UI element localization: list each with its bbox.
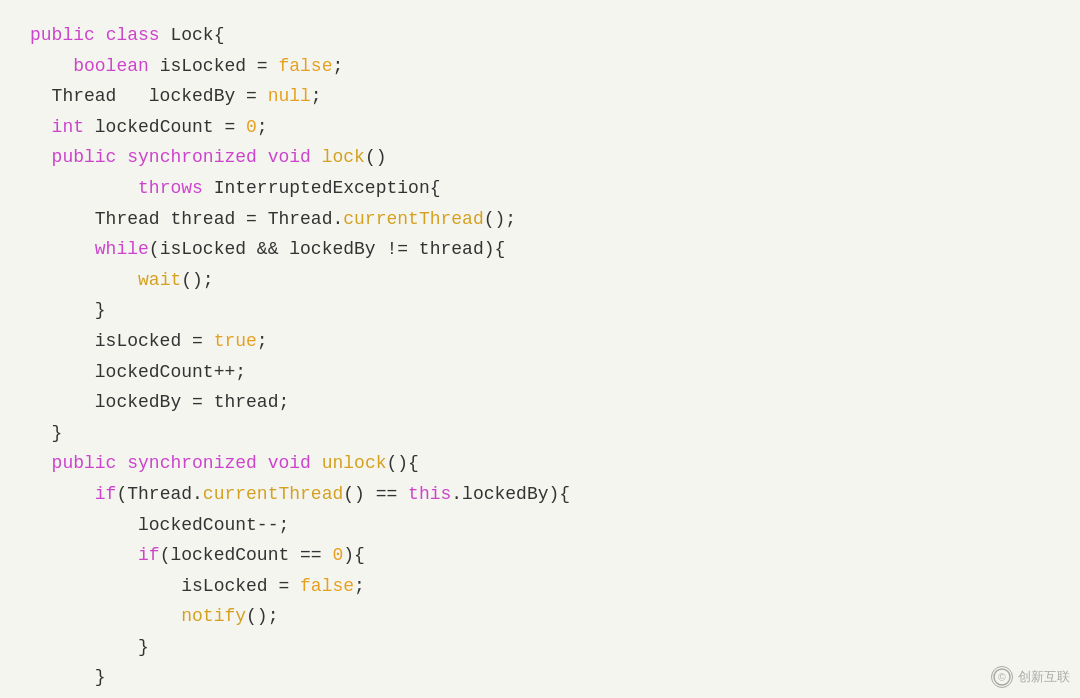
code-line-1: public class Lock{ bbox=[30, 20, 1050, 51]
code-line-9: wait(); bbox=[30, 265, 1050, 296]
code-line-3: Thread lockedBy = null; bbox=[30, 81, 1050, 112]
code-line-18: if(lockedCount == 0){ bbox=[30, 540, 1050, 571]
code-line-21: } bbox=[30, 632, 1050, 663]
code-line-7: Thread thread = Thread.currentThread(); bbox=[30, 204, 1050, 235]
code-block: public class Lock{ boolean isLocked = fa… bbox=[0, 0, 1080, 698]
code-line-19: isLocked = false; bbox=[30, 571, 1050, 602]
code-line-5: public synchronized void lock() bbox=[30, 142, 1050, 173]
code-line-10: } bbox=[30, 295, 1050, 326]
code-line-16: if(Thread.currentThread() == this.locked… bbox=[30, 479, 1050, 510]
code-line-12: lockedCount++; bbox=[30, 357, 1050, 388]
watermark-icon: © bbox=[991, 666, 1013, 688]
code-line-22: } bbox=[30, 662, 1050, 693]
code-line-17: lockedCount--; bbox=[30, 510, 1050, 541]
code-line-15: public synchronized void unlock(){ bbox=[30, 448, 1050, 479]
code-line-13: lockedBy = thread; bbox=[30, 387, 1050, 418]
code-line-2: boolean isLocked = false; bbox=[30, 51, 1050, 82]
code-line-14: } bbox=[30, 418, 1050, 449]
code-line-20: notify(); bbox=[30, 601, 1050, 632]
code-line-11: isLocked = true; bbox=[30, 326, 1050, 357]
code-line-4: int lockedCount = 0; bbox=[30, 112, 1050, 143]
code-line-8: while(isLocked && lockedBy != thread){ bbox=[30, 234, 1050, 265]
watermark-label: 创新互联 bbox=[1018, 668, 1070, 686]
code-line-6: throws InterruptedException{ bbox=[30, 173, 1050, 204]
watermark: © 创新互联 bbox=[991, 666, 1070, 688]
code-line-23: } bbox=[30, 693, 1050, 698]
svg-text:©: © bbox=[998, 672, 1006, 683]
